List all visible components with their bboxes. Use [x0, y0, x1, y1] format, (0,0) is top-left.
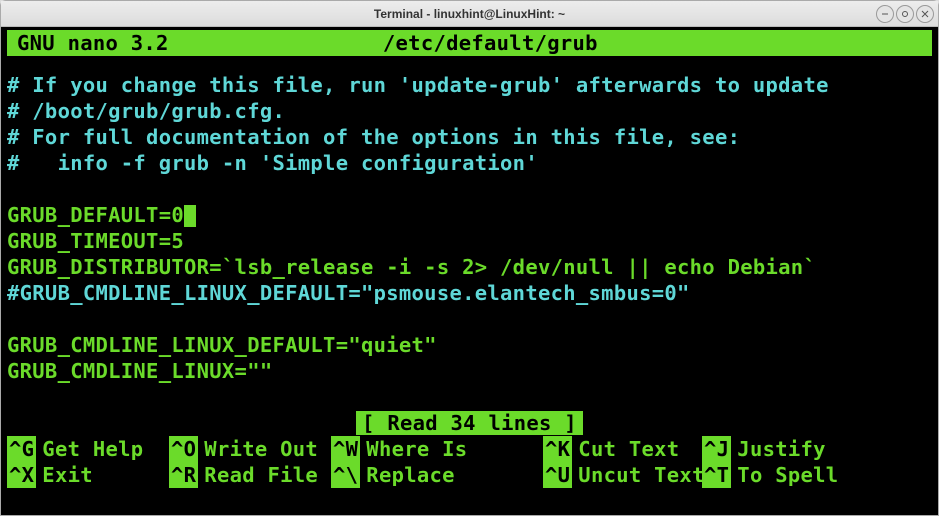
shortcut-label: Get Help [36, 436, 143, 462]
shortcut-key: ^G [7, 436, 36, 462]
shortcut-label: Read File [198, 462, 318, 488]
editor-line: GRUB_DISTRIBUTOR=`lsb_release -i -s 2> /… [7, 254, 932, 280]
shortcut-label: Exit [36, 462, 93, 488]
shortcut-item[interactable]: ^KCut Text [543, 436, 702, 462]
window-titlebar: Terminal - linuxhint@LinuxHint: ~ [1, 1, 938, 27]
editor-line: GRUB_CMDLINE_LINUX="" [7, 358, 932, 384]
shortcut-item[interactable]: ^UUncut Text [543, 462, 702, 488]
shortcut-label: Cut Text [572, 436, 679, 462]
shortcut-label: Where Is [360, 436, 467, 462]
text-cursor [184, 205, 196, 227]
terminal-viewport[interactable]: GNU nano 3.2 /etc/default/grub # If you … [1, 27, 938, 515]
shortcut-item[interactable]: ^JJustify [702, 436, 862, 462]
nano-status-line: [ Read 34 lines ] [7, 410, 932, 436]
editor-line [7, 306, 932, 332]
shortcut-item[interactable]: ^TTo Spell [702, 462, 862, 488]
shortcut-label: Replace [360, 462, 455, 488]
shortcut-label: Write Out [198, 436, 318, 462]
shortcut-key: ^X [7, 462, 36, 488]
editor-line: # /boot/grub/grub.cfg. [7, 98, 932, 124]
shortcut-item[interactable]: ^WWhere Is [331, 436, 543, 462]
nano-app-label: GNU nano 3.2 [7, 30, 169, 56]
shortcut-item[interactable]: ^RRead File [169, 462, 331, 488]
maximize-button[interactable] [896, 5, 914, 23]
shortcut-label: Uncut Text [572, 462, 704, 488]
shortcut-item[interactable]: ^OWrite Out [169, 436, 331, 462]
editor-line: GRUB_DEFAULT=0 [7, 202, 932, 228]
shortcut-key: ^O [169, 436, 198, 462]
editor-line: GRUB_CMDLINE_LINUX_DEFAULT="quiet" [7, 332, 932, 358]
editor-line [7, 384, 932, 410]
close-button[interactable] [916, 5, 934, 23]
shortcut-key: ^J [702, 436, 731, 462]
shortcut-key: ^T [702, 462, 731, 488]
shortcut-row: ^GGet Help^OWrite Out^WWhere Is^KCut Tex… [7, 436, 932, 462]
editor-line: # For full documentation of the options … [7, 124, 932, 150]
shortcut-key: ^R [169, 462, 198, 488]
editor-line: #GRUB_CMDLINE_LINUX_DEFAULT="psmouse.ela… [7, 280, 932, 306]
shortcut-item[interactable]: ^XExit [7, 462, 169, 488]
shortcut-label: Justify [731, 436, 826, 462]
window-title: Terminal - linuxhint@LinuxHint: ~ [374, 7, 565, 21]
nano-header-bar: GNU nano 3.2 /etc/default/grub [7, 30, 932, 56]
terminal-window: Terminal - linuxhint@LinuxHint: ~ GNU na… [0, 0, 939, 516]
editor-line: # info -f grub -n 'Simple configuration' [7, 150, 932, 176]
shortcut-key: ^U [543, 462, 572, 488]
shortcut-item[interactable]: ^\Replace [331, 462, 543, 488]
shortcut-label: To Spell [731, 462, 838, 488]
editor-line: # If you change this file, run 'update-g… [7, 72, 932, 98]
shortcut-key: ^W [331, 436, 360, 462]
editor-body[interactable]: # If you change this file, run 'update-g… [7, 72, 932, 410]
shortcut-row: ^XExit^RRead File^\Replace^UUncut Text^T… [7, 462, 932, 488]
editor-line: GRUB_TIMEOUT=5 [7, 228, 932, 254]
shortcut-key: ^\ [331, 462, 360, 488]
shortcut-key: ^K [543, 436, 572, 462]
minimize-button[interactable] [876, 5, 894, 23]
shortcut-item[interactable]: ^GGet Help [7, 436, 169, 462]
status-text: [ Read 34 lines ] [356, 411, 583, 435]
window-controls [876, 5, 934, 23]
nano-file-path: /etc/default/grub [169, 30, 932, 56]
editor-line [7, 176, 932, 202]
shortcut-bar: ^GGet Help^OWrite Out^WWhere Is^KCut Tex… [7, 436, 932, 488]
